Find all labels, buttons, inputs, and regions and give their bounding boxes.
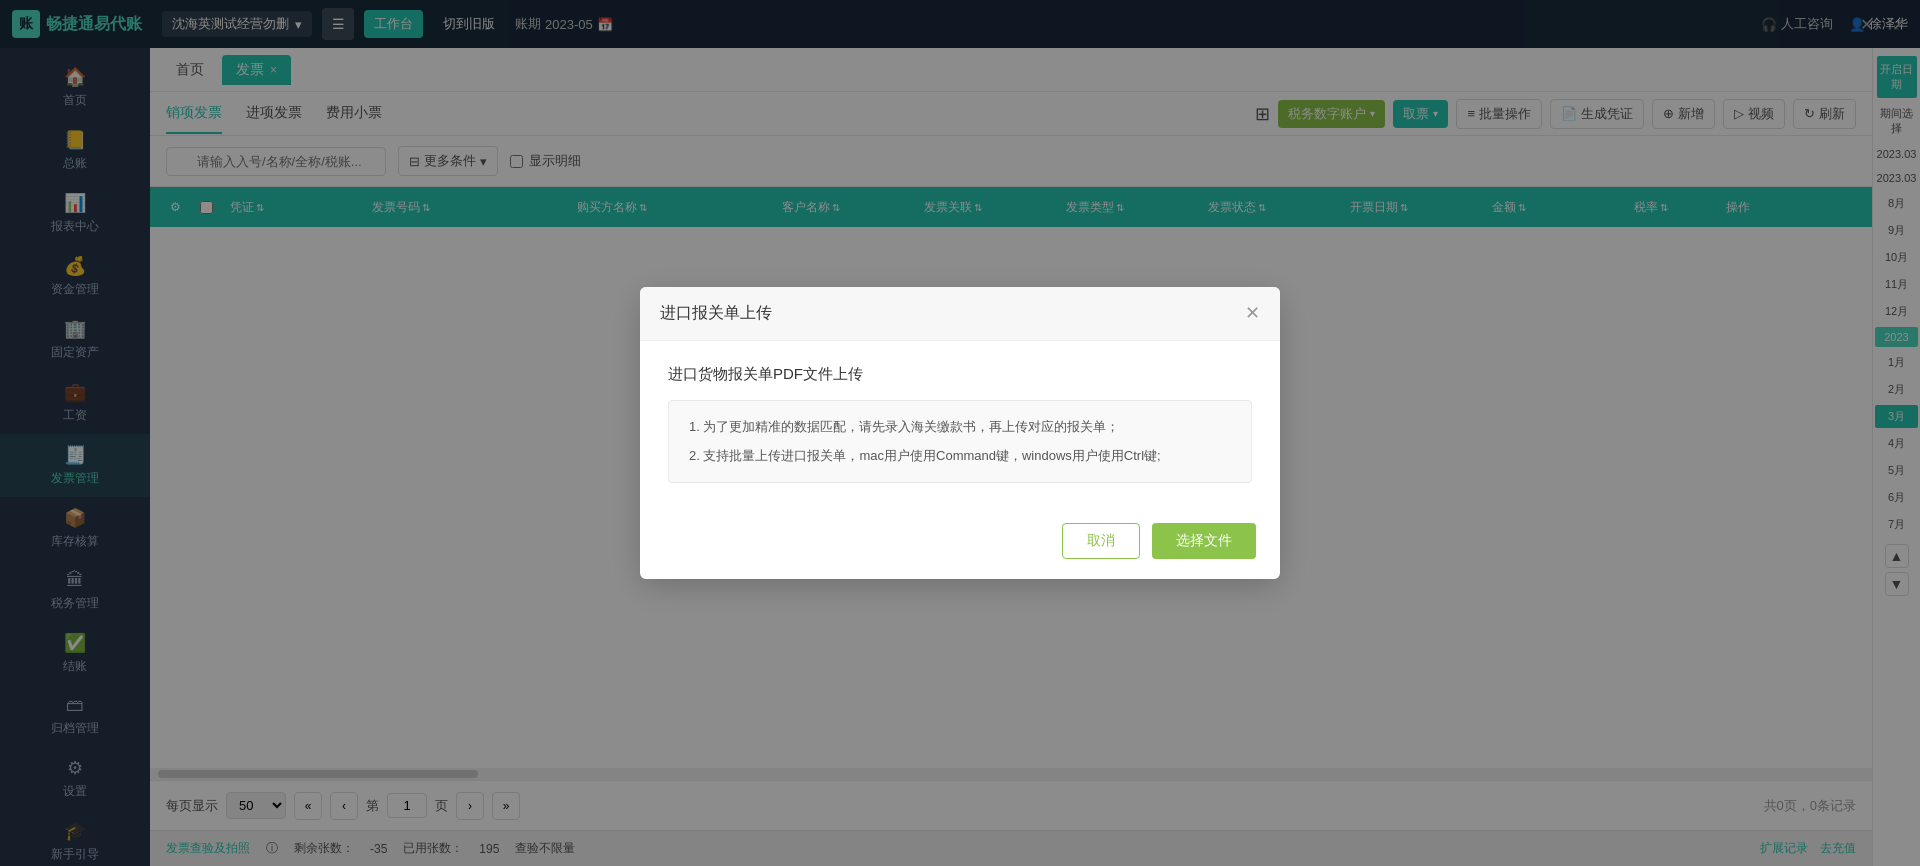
modal-close-btn[interactable]: ✕ bbox=[1245, 304, 1260, 322]
modal-info-item-2: 2. 支持批量上传进口报关单，mac用户使用Command键，windows用户… bbox=[689, 446, 1231, 467]
modal-title: 进口报关单上传 bbox=[660, 303, 772, 324]
modal-cancel-btn[interactable]: 取消 bbox=[1062, 523, 1140, 559]
modal-footer: 取消 选择文件 bbox=[640, 507, 1280, 579]
modal-section-title: 进口货物报关单PDF文件上传 bbox=[668, 365, 1252, 384]
modal-info-box: 1. 为了更加精准的数据匹配，请先录入海关缴款书，再上传对应的报关单； 2. 支… bbox=[668, 400, 1252, 484]
modal-info-item-1: 1. 为了更加精准的数据匹配，请先录入海关缴款书，再上传对应的报关单； bbox=[689, 417, 1231, 438]
modal-select-file-btn[interactable]: 选择文件 bbox=[1152, 523, 1256, 559]
modal-overlay: 进口报关单上传 ✕ 进口货物报关单PDF文件上传 1. 为了更加精准的数据匹配，… bbox=[0, 0, 1920, 866]
import-modal: 进口报关单上传 ✕ 进口货物报关单PDF文件上传 1. 为了更加精准的数据匹配，… bbox=[640, 287, 1280, 580]
modal-body: 进口货物报关单PDF文件上传 1. 为了更加精准的数据匹配，请先录入海关缴款书，… bbox=[640, 341, 1280, 508]
modal-header: 进口报关单上传 ✕ bbox=[640, 287, 1280, 341]
